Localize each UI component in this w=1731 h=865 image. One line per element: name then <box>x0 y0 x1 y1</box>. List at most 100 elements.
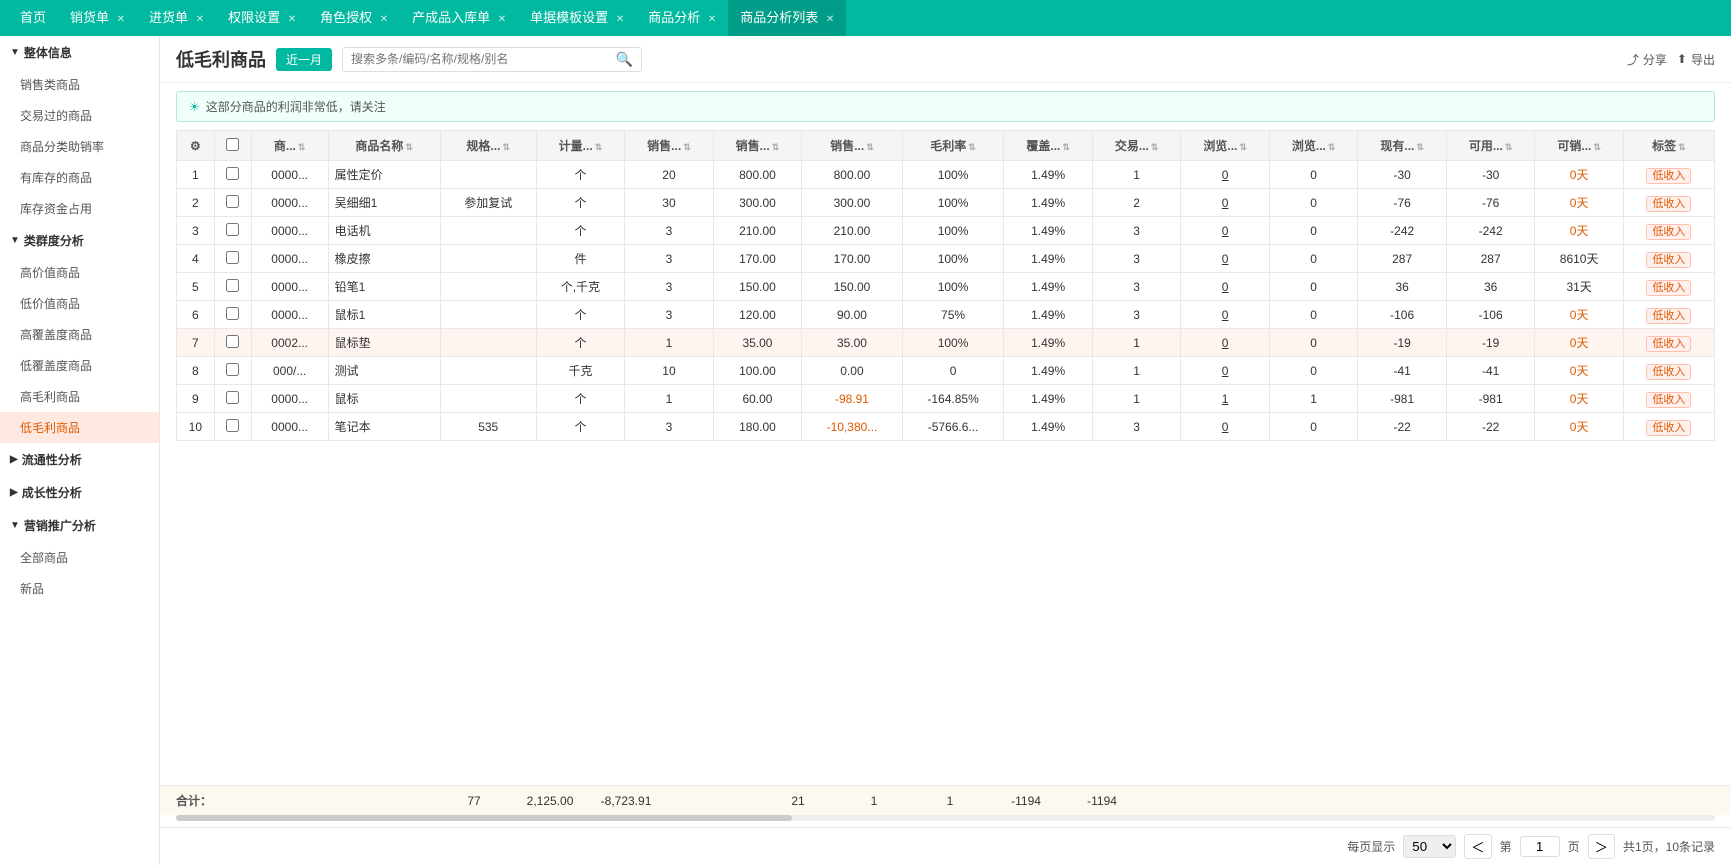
nav-close-products[interactable]: ✕ <box>498 14 506 25</box>
col-transactions[interactable]: 交易...⇅ <box>1092 131 1181 161</box>
row-select[interactable] <box>226 419 239 432</box>
sidebar-section-flow[interactable]: ▶ 流通性分析 <box>0 443 159 476</box>
share-button[interactable]: ⤴ 分享 <box>1627 51 1667 68</box>
horizontal-scrollbar[interactable] <box>176 815 1715 821</box>
nav-roles[interactable]: 角色授权 ✕ <box>308 0 400 36</box>
row-name[interactable]: 吴细细1 <box>328 189 440 217</box>
row-name[interactable]: 鼠标垫 <box>328 329 440 357</box>
sidebar-item-high-coverage[interactable]: 高覆盖度商品 <box>0 319 159 350</box>
col-settings[interactable]: ⚙ <box>177 131 215 161</box>
row-name[interactable]: 笔记本 <box>328 413 440 441</box>
row-views1[interactable]: 0 <box>1181 161 1270 189</box>
sidebar-section-overall[interactable]: ▼ 整体信息 <box>0 36 159 69</box>
row-views1[interactable]: 0 <box>1181 357 1270 385</box>
col-checkbox[interactable] <box>214 131 251 161</box>
col-sales-amount[interactable]: 销售...⇅ <box>802 131 903 161</box>
col-available-stock[interactable]: 可用...⇅ <box>1446 131 1535 161</box>
sidebar-item-category-rate[interactable]: 商品分类助销率 <box>0 131 159 162</box>
row-checkbox[interactable] <box>214 217 251 245</box>
nav-close-roles[interactable]: ✕ <box>380 14 388 25</box>
row-checkbox[interactable] <box>214 385 251 413</box>
row-views1[interactable]: 0 <box>1181 413 1270 441</box>
page-input[interactable] <box>1520 836 1560 857</box>
col-code[interactable]: 商...⇅ <box>251 131 328 161</box>
row-name[interactable]: 铅笔1 <box>328 273 440 301</box>
row-checkbox[interactable] <box>214 301 251 329</box>
row-name[interactable]: 属性定价 <box>328 161 440 189</box>
nav-products[interactable]: 产成品入库单 ✕ <box>400 0 518 36</box>
row-name[interactable]: 测试 <box>328 357 440 385</box>
row-name[interactable]: 橡皮擦 <box>328 245 440 273</box>
row-checkbox[interactable] <box>214 245 251 273</box>
nav-close-template[interactable]: ✕ <box>616 14 624 25</box>
col-views1[interactable]: 浏览...⇅ <box>1181 131 1270 161</box>
row-checkbox[interactable] <box>214 161 251 189</box>
sidebar-item-new-products[interactable]: 新品 <box>0 573 159 604</box>
sidebar-item-high-value[interactable]: 高价值商品 <box>0 257 159 288</box>
next-page-button[interactable]: ＞ <box>1588 834 1615 859</box>
row-checkbox[interactable] <box>214 273 251 301</box>
col-sales-price[interactable]: 销售...⇅ <box>713 131 802 161</box>
row-name[interactable]: 电话机 <box>328 217 440 245</box>
nav-close-analysis[interactable]: ✕ <box>708 14 716 25</box>
row-checkbox[interactable] <box>214 189 251 217</box>
nav-close-permissions[interactable]: ✕ <box>288 14 296 25</box>
row-views1[interactable]: 0 <box>1181 217 1270 245</box>
row-views1[interactable]: 0 <box>1181 329 1270 357</box>
row-select[interactable] <box>226 251 239 264</box>
col-tag[interactable]: 标签⇅ <box>1623 131 1714 161</box>
nav-analysis[interactable]: 商品分析 ✕ <box>636 0 728 36</box>
row-select[interactable] <box>226 391 239 404</box>
row-select[interactable] <box>226 195 239 208</box>
row-select[interactable] <box>226 335 239 348</box>
col-coverage[interactable]: 覆盖...⇅ <box>1004 131 1093 161</box>
col-current-stock[interactable]: 现有...⇅ <box>1358 131 1447 161</box>
row-checkbox[interactable] <box>214 413 251 441</box>
nav-close-analysis-list[interactable]: ✕ <box>826 14 834 25</box>
row-select[interactable] <box>226 307 239 320</box>
row-views1[interactable]: 0 <box>1181 301 1270 329</box>
scrollbar-thumb[interactable] <box>176 815 792 821</box>
row-views1[interactable]: 0 <box>1181 189 1270 217</box>
col-gross-margin[interactable]: 毛利率⇅ <box>902 131 1004 161</box>
nav-sales[interactable]: 销货单 ✕ <box>58 0 137 36</box>
nav-close-purchase[interactable]: ✕ <box>196 14 204 25</box>
col-name[interactable]: 商品名称⇅ <box>328 131 440 161</box>
row-select[interactable] <box>226 223 239 236</box>
sidebar-item-high-margin[interactable]: 高毛利商品 <box>0 381 159 412</box>
date-filter-button[interactable]: 近一月 <box>276 48 332 71</box>
col-sales-qty[interactable]: 销售...⇅ <box>625 131 714 161</box>
sidebar-item-sales-products[interactable]: 销售类商品 <box>0 69 159 100</box>
sidebar-item-low-coverage[interactable]: 低覆盖度商品 <box>0 350 159 381</box>
col-sellable-days[interactable]: 可销...⇅ <box>1535 131 1624 161</box>
nav-template[interactable]: 单据模板设置 ✕ <box>518 0 636 36</box>
sidebar-item-stock-capital[interactable]: 库存资金占用 <box>0 193 159 224</box>
col-unit[interactable]: 计量...⇅ <box>536 131 625 161</box>
row-select[interactable] <box>226 167 239 180</box>
row-select[interactable] <box>226 279 239 292</box>
row-views1[interactable]: 1 <box>1181 385 1270 413</box>
row-checkbox[interactable] <box>214 329 251 357</box>
row-name[interactable]: 鼠标1 <box>328 301 440 329</box>
sidebar-section-growth[interactable]: ▶ 成长性分析 <box>0 476 159 509</box>
search-input[interactable] <box>351 52 616 66</box>
nav-purchase[interactable]: 进货单 ✕ <box>137 0 216 36</box>
export-button[interactable]: ⬆ 导出 <box>1677 51 1715 68</box>
nav-analysis-list[interactable]: 商品分析列表 ✕ <box>728 0 846 36</box>
sidebar-section-cluster[interactable]: ▼ 类群度分析 <box>0 224 159 257</box>
sidebar-item-traded-products[interactable]: 交易过的商品 <box>0 100 159 131</box>
sidebar-item-low-value[interactable]: 低价值商品 <box>0 288 159 319</box>
sidebar-item-stocked-products[interactable]: 有库存的商品 <box>0 162 159 193</box>
nav-close-sales[interactable]: ✕ <box>117 14 125 25</box>
nav-permissions[interactable]: 权限设置 ✕ <box>216 0 308 36</box>
row-name[interactable]: 鼠标 <box>328 385 440 413</box>
row-views1[interactable]: 0 <box>1181 273 1270 301</box>
row-select[interactable] <box>226 363 239 376</box>
col-spec[interactable]: 规格...⇅ <box>440 131 536 161</box>
nav-home[interactable]: 首页 <box>8 0 58 36</box>
prev-page-button[interactable]: ＜ <box>1464 834 1491 859</box>
row-views1[interactable]: 0 <box>1181 245 1270 273</box>
sidebar-item-low-margin[interactable]: 低毛利商品 <box>0 412 159 443</box>
row-checkbox[interactable] <box>214 357 251 385</box>
per-page-select[interactable]: 50 20 100 <box>1403 835 1456 858</box>
